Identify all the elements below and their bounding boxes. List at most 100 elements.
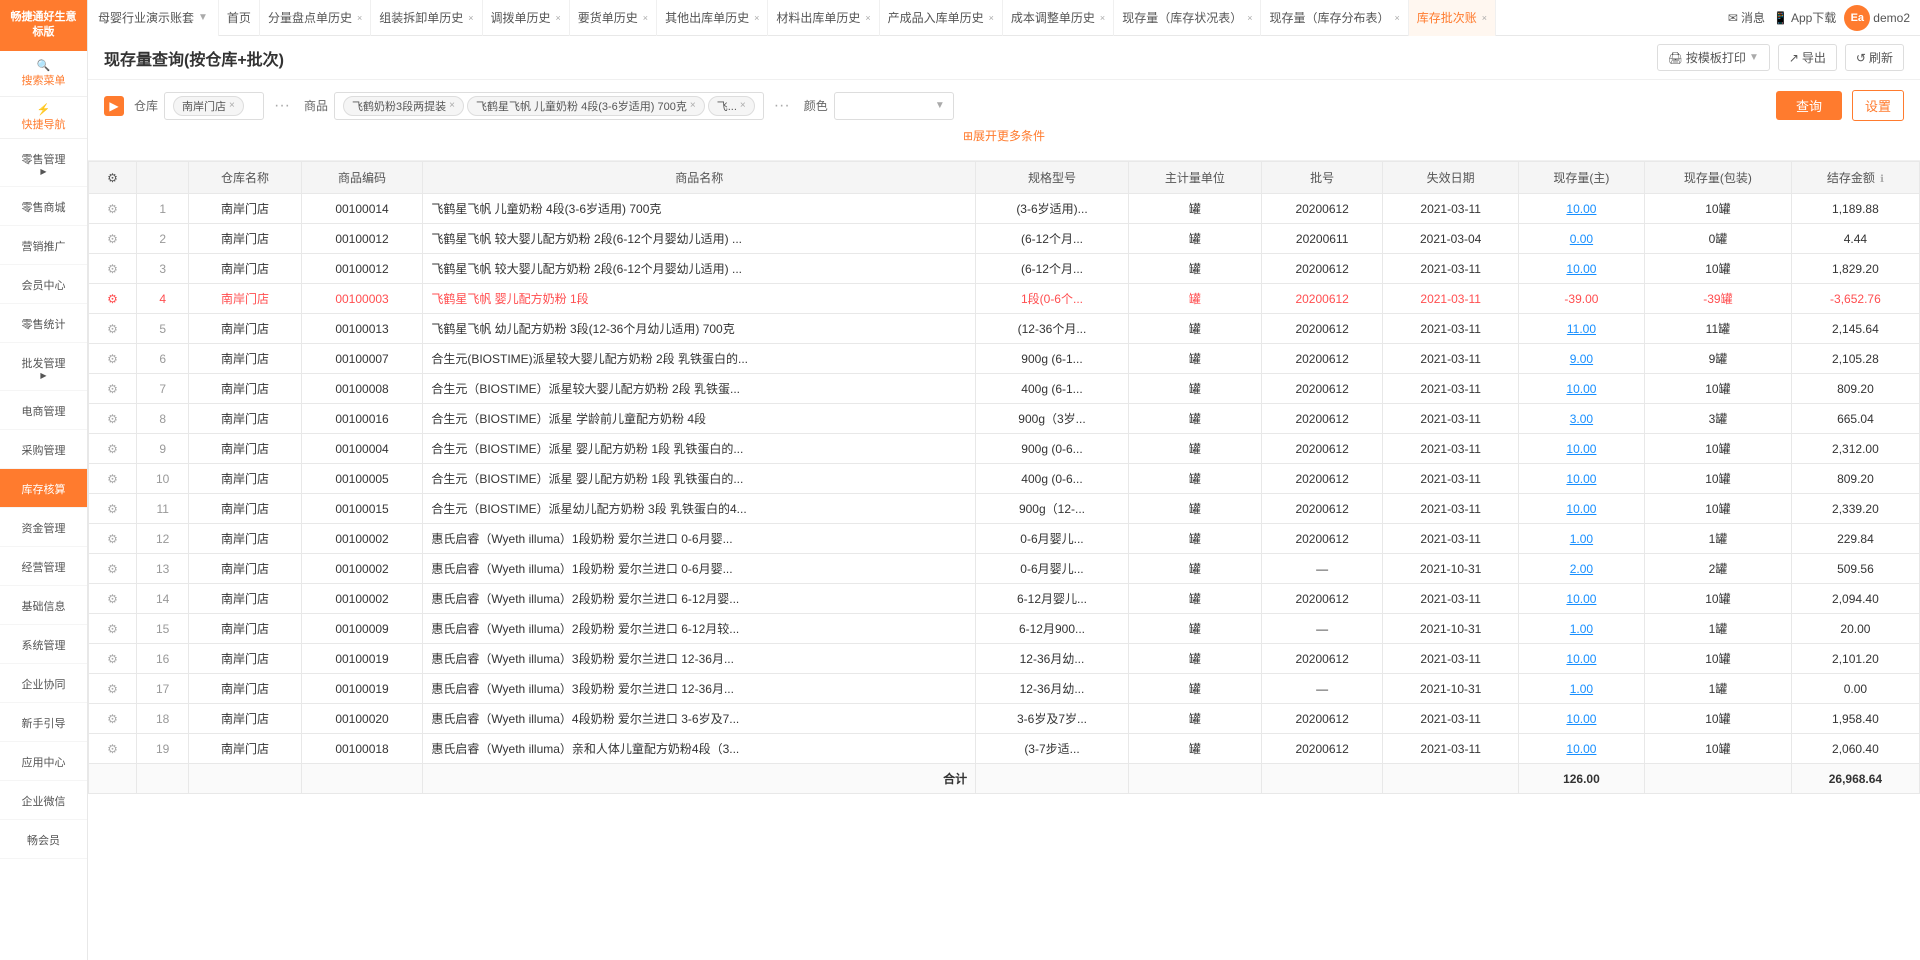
row-gear-4[interactable]: ⚙ — [89, 284, 137, 314]
tab-close-inventory-dist[interactable]: × — [1394, 13, 1399, 23]
goods-dots[interactable]: ··· — [774, 97, 790, 115]
tab-mix-history[interactable]: 调拨单历史× — [483, 0, 570, 36]
tab-material-out-history[interactable]: 材料出库单历史× — [768, 0, 879, 36]
template-print-btn[interactable]: 🖨 按模板打印 ▼ — [1657, 44, 1770, 71]
stock-main-link-4[interactable]: -39.00 — [1564, 292, 1598, 306]
tab-other-out-history[interactable]: 其他出库单历史× — [657, 0, 768, 36]
tab-batch-ledger[interactable]: 库存批次账× — [1409, 0, 1496, 36]
tab-close-requisition-history[interactable]: × — [643, 13, 648, 23]
stock-main-link-5[interactable]: 11.00 — [1567, 322, 1596, 336]
sidebar-logo[interactable]: 畅捷通好生意 标版 — [0, 0, 87, 51]
row-gear-16[interactable]: ⚙ — [89, 644, 137, 674]
stock-main-link-3[interactable]: 10.00 — [1566, 262, 1596, 276]
row-gear-17[interactable]: ⚙ — [89, 674, 137, 704]
tab-close-material-out-history[interactable]: × — [865, 13, 870, 23]
stock-main-link-1[interactable]: 10.00 — [1566, 202, 1596, 216]
color-input[interactable]: ▼ — [834, 92, 954, 120]
sidebar-item-ecom[interactable]: 电商管理 — [0, 391, 87, 430]
user-avatar[interactable]: Ea demo2 — [1844, 5, 1910, 31]
stock-main-link-6[interactable]: 9.00 — [1570, 352, 1593, 366]
sidebar-item-retail-shop[interactable]: 零售商城 — [0, 187, 87, 226]
row-gear-10[interactable]: ⚙ — [89, 464, 137, 494]
balance-info-icon[interactable]: ℹ — [1880, 174, 1884, 185]
sidebar-item-guide[interactable]: 新手引导 — [0, 703, 87, 742]
row-gear-5[interactable]: ⚙ — [89, 314, 137, 344]
stock-main-link-2[interactable]: 0.00 — [1570, 232, 1593, 246]
stock-main-link-18[interactable]: 10.00 — [1566, 712, 1596, 726]
stock-main-link-13[interactable]: 2.00 — [1570, 562, 1593, 576]
sidebar-item-system[interactable]: 系统管理 — [0, 625, 87, 664]
stock-main-link-19[interactable]: 10.00 — [1566, 742, 1596, 756]
filter-expand-row[interactable]: ⊞ 展开更多条件 — [104, 121, 1904, 150]
row-gear-11[interactable]: ⚙ — [89, 494, 137, 524]
stock-main-link-14[interactable]: 10.00 — [1566, 592, 1596, 606]
goods-tag-close-tag2[interactable]: × — [690, 100, 696, 111]
row-gear-2[interactable]: ⚙ — [89, 224, 137, 254]
tab-product-in-history[interactable]: 产成品入库单历史× — [880, 0, 1003, 36]
sidebar-item-finance[interactable]: 资金管理 — [0, 508, 87, 547]
account-dropdown[interactable]: 母婴行业演示账套 ▼ — [88, 0, 219, 36]
col-gear[interactable]: ⚙ — [89, 162, 137, 194]
tab-disassemble-history[interactable]: 组装拆卸单历史× — [371, 0, 482, 36]
stock-main-link-17[interactable]: 1.00 — [1570, 682, 1593, 696]
tab-requisition-history[interactable]: 要货单历史× — [570, 0, 657, 36]
sidebar-item-corp-wechat[interactable]: 企业微信 — [0, 781, 87, 820]
stock-main-link-11[interactable]: 10.00 — [1566, 502, 1596, 516]
row-gear-18[interactable]: ⚙ — [89, 704, 137, 734]
tab-close-mix-history[interactable]: × — [556, 13, 561, 23]
tab-split-inventory-history[interactable]: 分量盘点单历史× — [260, 0, 371, 36]
row-gear-6[interactable]: ⚙ — [89, 344, 137, 374]
tab-cost-adjust-history[interactable]: 成本调整单历史× — [1003, 0, 1114, 36]
sidebar-item-retail-stats[interactable]: 零售统计 — [0, 304, 87, 343]
sidebar-item-operations[interactable]: 经营管理 — [0, 547, 87, 586]
sidebar-item-app-center[interactable]: 应用中心 — [0, 742, 87, 781]
tab-close-disassemble-history[interactable]: × — [468, 13, 473, 23]
tab-inventory-dist[interactable]: 现存量（库存分布表）× — [1261, 0, 1408, 36]
stock-main-link-7[interactable]: 10.00 — [1566, 382, 1596, 396]
stock-main-link-12[interactable]: 1.00 — [1570, 532, 1593, 546]
row-gear-3[interactable]: ⚙ — [89, 254, 137, 284]
setting-btn[interactable]: 设置 — [1852, 90, 1904, 121]
tab-close-cost-adjust-history[interactable]: × — [1100, 13, 1105, 23]
row-gear-8[interactable]: ⚙ — [89, 404, 137, 434]
row-gear-19[interactable]: ⚙ — [89, 734, 137, 764]
tab-close-inventory-status[interactable]: × — [1247, 13, 1252, 23]
app-download-btn[interactable]: 📱 App下载 — [1773, 9, 1836, 26]
stock-main-link-16[interactable]: 10.00 — [1566, 652, 1596, 666]
tab-close-batch-ledger[interactable]: × — [1482, 13, 1487, 23]
sidebar-search[interactable]: 🔍 搜索菜单 — [0, 51, 87, 97]
goods-tag-close-tag3[interactable]: × — [740, 100, 746, 111]
sidebar-item-retail-mgmt[interactable]: 零售管理▶ — [0, 139, 87, 187]
sidebar-item-member-vip[interactable]: 畅会员 — [0, 820, 87, 859]
goods-tag-close-tag1[interactable]: × — [449, 100, 455, 111]
row-gear-1[interactable]: ⚙ — [89, 194, 137, 224]
row-gear-13[interactable]: ⚙ — [89, 554, 137, 584]
sidebar-item-inventory[interactable]: 库存核算 — [0, 469, 87, 508]
row-gear-7[interactable]: ⚙ — [89, 374, 137, 404]
sidebar-quicknav[interactable]: ⚡ 快捷导航 — [0, 97, 87, 139]
row-gear-12[interactable]: ⚙ — [89, 524, 137, 554]
export-btn[interactable]: ↗ 导出 — [1778, 44, 1837, 71]
tab-home[interactable]: 首页 — [219, 0, 260, 36]
tab-close-other-out-history[interactable]: × — [754, 13, 759, 23]
sidebar-item-enterprise[interactable]: 企业协同 — [0, 664, 87, 703]
tab-close-split-inventory-history[interactable]: × — [357, 13, 362, 23]
stock-main-link-9[interactable]: 10.00 — [1566, 442, 1596, 456]
sidebar-item-member[interactable]: 会员中心 — [0, 265, 87, 304]
sidebar-item-marketing[interactable]: 营销推广 — [0, 226, 87, 265]
stock-main-link-15[interactable]: 1.00 — [1570, 622, 1593, 636]
filter-expand-btn[interactable]: ▶ — [104, 96, 124, 116]
stock-main-link-10[interactable]: 10.00 — [1566, 472, 1596, 486]
warehouse-tag-close[interactable]: × — [229, 100, 235, 111]
tab-close-product-in-history[interactable]: × — [989, 13, 994, 23]
sidebar-item-base-info[interactable]: 基础信息 — [0, 586, 87, 625]
row-gear-14[interactable]: ⚙ — [89, 584, 137, 614]
sidebar-item-purchase[interactable]: 采购管理 — [0, 430, 87, 469]
query-btn[interactable]: 查询 — [1776, 91, 1842, 120]
refresh-btn[interactable]: ↺ 刷新 — [1845, 44, 1904, 71]
sidebar-item-wholesale[interactable]: 批发管理▶ — [0, 343, 87, 391]
message-btn[interactable]: ✉ 消息 — [1728, 9, 1765, 26]
warehouse-input-area[interactable]: 南岸门店 × — [164, 92, 264, 120]
goods-input-area[interactable]: 飞鹤奶粉3段两提装×飞鹤星飞帆 儿童奶粉 4段(3-6岁适用) 700克×飞..… — [334, 92, 764, 120]
row-gear-15[interactable]: ⚙ — [89, 614, 137, 644]
